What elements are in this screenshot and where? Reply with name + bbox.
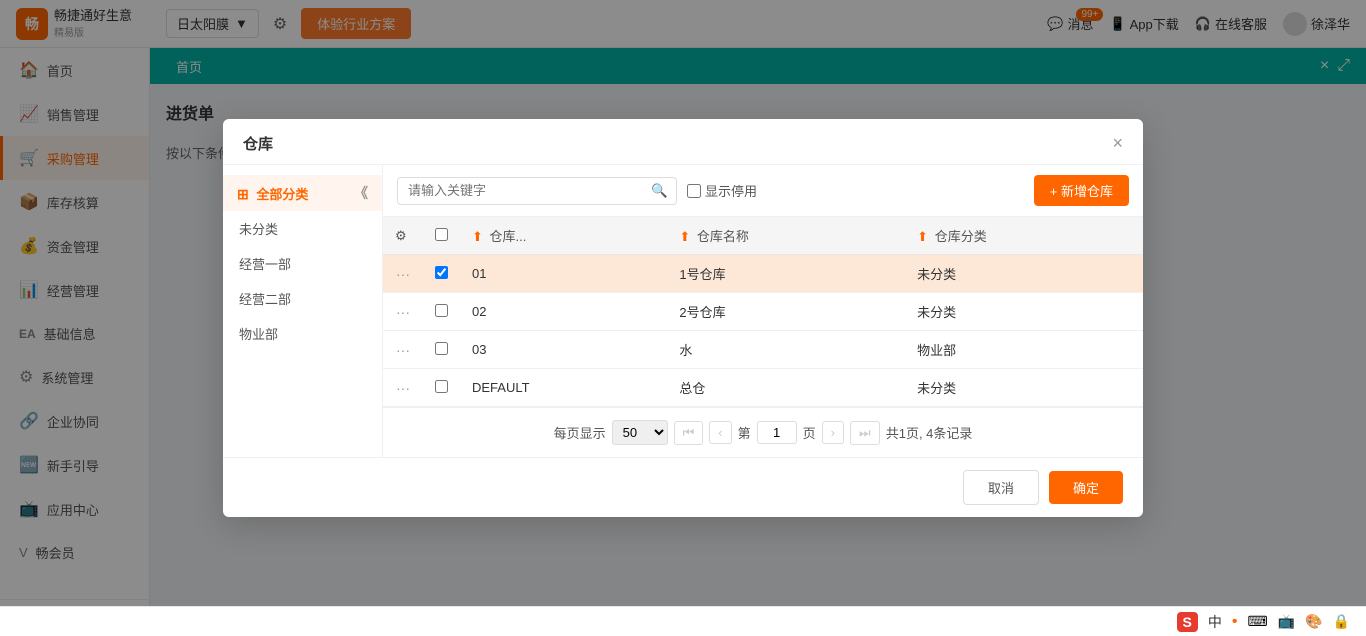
row-gear: ··· — [383, 293, 423, 331]
right-toolbar: 🔍 显示停用 + 新增仓库 — [383, 165, 1143, 217]
sort-icon-category: ⬆ — [917, 229, 928, 244]
table-row[interactable]: ··· 03 水 物业部 — [383, 331, 1143, 369]
modal-header: 仓库 × — [223, 119, 1143, 165]
table-wrapper: ⚙ ⬆ 仓库... ⬆ — [383, 217, 1143, 407]
chinese-icon[interactable]: 中 — [1208, 612, 1222, 632]
row-code: 02 — [460, 293, 667, 331]
first-page-button[interactable]: ⏮ — [674, 421, 704, 445]
table-row[interactable]: ··· 02 2号仓库 未分类 — [383, 293, 1143, 331]
row-code: 03 — [460, 331, 667, 369]
row-select-checkbox[interactable] — [435, 266, 448, 279]
confirm-button[interactable]: 确定 — [1049, 471, 1123, 504]
row-gear: ··· — [383, 369, 423, 407]
table-header-row: ⚙ ⬆ 仓库... ⬆ — [383, 217, 1143, 255]
last-page-button[interactable]: ⏭ — [850, 421, 880, 445]
row-category: 未分类 — [905, 369, 1143, 407]
row-checkbox[interactable] — [423, 255, 460, 293]
row-code: 01 — [460, 255, 667, 293]
col-name: ⬆ 仓库名称 — [667, 217, 905, 255]
row-name: 1号仓库 — [667, 255, 905, 293]
col-checkbox — [423, 217, 460, 255]
status-bar: S 中 • ⌨ 📺 🎨 🔒 — [0, 606, 1366, 636]
per-page-select[interactable]: 50 100 — [612, 420, 668, 445]
s-logo: S — [1177, 612, 1198, 632]
gear-header-icon: ⚙ — [395, 228, 407, 243]
row-category: 未分类 — [905, 255, 1143, 293]
row-gear: ··· — [383, 331, 423, 369]
modal-title: 仓库 — [243, 133, 273, 154]
row-select-checkbox[interactable] — [435, 380, 448, 393]
next-page-button[interactable]: › — [822, 421, 844, 444]
col-code: ⬆ 仓库... — [460, 217, 667, 255]
table-body: ··· 01 1号仓库 未分类 ··· 02 2号仓库 未分类 ··· 03 水… — [383, 255, 1143, 407]
row-checkbox[interactable] — [423, 331, 460, 369]
sort-icon-code: ⬆ — [472, 229, 483, 244]
col-gear: ⚙ — [383, 217, 423, 255]
category-item-property[interactable]: 物业部 — [223, 316, 382, 351]
row-code: DEFAULT — [460, 369, 667, 407]
row-gear: ··· — [383, 255, 423, 293]
row-checkbox[interactable] — [423, 293, 460, 331]
lock-icon[interactable]: 🔒 — [1333, 613, 1350, 630]
paint-icon[interactable]: 🎨 — [1305, 613, 1322, 630]
table-row[interactable]: ··· 01 1号仓库 未分类 — [383, 255, 1143, 293]
category-item-dept2[interactable]: 经营二部 — [223, 281, 382, 316]
row-select-checkbox[interactable] — [435, 304, 448, 317]
category-panel: ⊞ 全部分类 《 未分类 经营一部 经营二部 物业部 — [223, 165, 383, 457]
search-box: 🔍 — [397, 177, 677, 205]
keyboard-icon[interactable]: ⌨ — [1247, 613, 1267, 630]
modal-overlay: 仓库 × ⊞ 全部分类 《 未分类 经营一部 — [0, 0, 1366, 636]
category-header: ⊞ 全部分类 《 — [223, 175, 382, 211]
col-category: ⬆ 仓库分类 — [905, 217, 1143, 255]
search-icon-button[interactable]: 🔍 — [643, 178, 676, 204]
row-checkbox[interactable] — [423, 369, 460, 407]
collapse-button[interactable]: 《 — [354, 183, 368, 203]
row-category: 未分类 — [905, 293, 1143, 331]
modal-footer: 取消 确定 — [223, 457, 1143, 517]
category-item-dept1[interactable]: 经营一部 — [223, 246, 382, 281]
sort-icon-name: ⬆ — [679, 229, 690, 244]
cancel-button[interactable]: 取消 — [963, 470, 1039, 505]
search-input[interactable] — [398, 178, 643, 203]
category-item-unclassified[interactable]: 未分类 — [223, 211, 382, 246]
warehouse-modal: 仓库 × ⊞ 全部分类 《 未分类 经营一部 — [223, 119, 1143, 517]
row-select-checkbox[interactable] — [435, 342, 448, 355]
prev-page-button[interactable]: ‹ — [709, 421, 731, 444]
dot-icon: • — [1232, 613, 1238, 631]
row-name: 2号仓库 — [667, 293, 905, 331]
warehouse-table: ⚙ ⬆ 仓库... ⬆ — [383, 217, 1143, 407]
modal-close-button[interactable]: × — [1112, 133, 1123, 154]
add-warehouse-button[interactable]: + 新增仓库 — [1034, 175, 1129, 206]
show-disabled-checkbox[interactable] — [687, 184, 701, 198]
table-row[interactable]: ··· DEFAULT 总仓 未分类 — [383, 369, 1143, 407]
tv-icon[interactable]: 📺 — [1278, 613, 1295, 630]
modal-body: ⊞ 全部分类 《 未分类 经营一部 经营二部 物业部 — [223, 165, 1143, 457]
select-all-checkbox[interactable] — [435, 228, 448, 241]
page-input[interactable] — [757, 421, 797, 444]
row-name: 总仓 — [667, 369, 905, 407]
row-category: 物业部 — [905, 331, 1143, 369]
pagination: 每页显示 50 100 ⏮ ‹ 第 页 › ⏭ 共1页, 4条记录 — [383, 407, 1143, 457]
show-disabled-label[interactable]: 显示停用 — [687, 181, 757, 200]
category-grid-icon: ⊞ — [237, 186, 249, 202]
row-name: 水 — [667, 331, 905, 369]
right-panel: 🔍 显示停用 + 新增仓库 ⚙ — [383, 165, 1143, 457]
